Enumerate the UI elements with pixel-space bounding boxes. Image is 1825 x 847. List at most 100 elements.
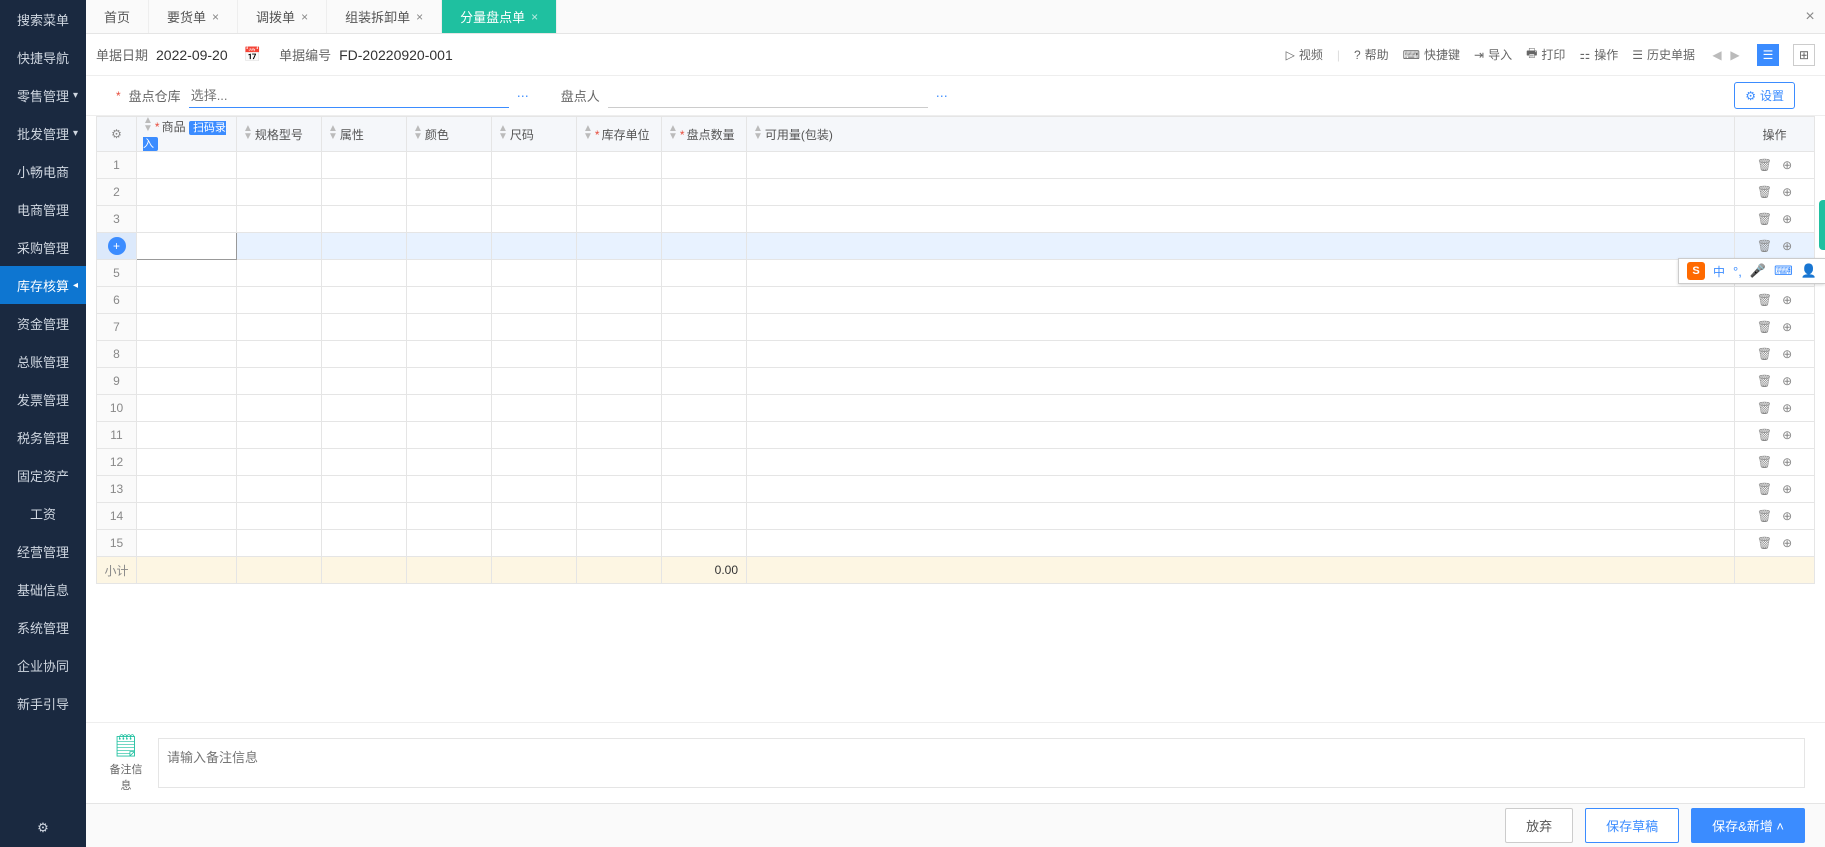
th-unit[interactable]: ▲▼*库存单位 (577, 117, 662, 152)
operate-button[interactable]: ⚏ 操作 (1579, 46, 1618, 63)
th-qty[interactable]: ▲▼*盘点数量 (662, 117, 747, 152)
copy-row-icon[interactable]: ⊕ (1782, 347, 1792, 361)
table-row[interactable]: 3🗑⊕ (97, 206, 1815, 233)
copy-row-icon[interactable]: ⊕ (1782, 536, 1792, 550)
tab-3[interactable]: 组装拆卸单× (327, 0, 442, 33)
sidebar-item-17[interactable]: 企业协同 (0, 646, 86, 684)
th-color[interactable]: ▲▼颜色 (407, 117, 492, 152)
sidebar-item-8[interactable]: 资金管理 (0, 304, 86, 342)
discard-button[interactable]: 放弃 (1505, 808, 1573, 843)
sidebar-item-12[interactable]: 固定资产 (0, 456, 86, 494)
delete-row-icon[interactable]: 🗑 (1757, 212, 1772, 226)
save-add-button[interactable]: 保存&新增 ˄ (1691, 808, 1805, 843)
sidebar-item-5[interactable]: 电商管理 (0, 190, 86, 228)
add-row-icon[interactable]: + (108, 237, 126, 255)
delete-row-icon[interactable]: 🗑 (1757, 158, 1772, 172)
warehouse-input[interactable] (189, 84, 509, 108)
table-row[interactable]: 8🗑⊕ (97, 341, 1815, 368)
delete-row-icon[interactable]: 🗑 (1757, 374, 1772, 388)
person-lookup-icon[interactable]: ⋯ (936, 89, 950, 103)
table-row[interactable]: 10🗑⊕ (97, 395, 1815, 422)
view-list[interactable]: ☰ (1757, 44, 1779, 66)
tab-close-1[interactable]: × (212, 10, 219, 24)
table-row[interactable]: 12🗑⊕ (97, 449, 1815, 476)
sidebar-item-6[interactable]: 采购管理 (0, 228, 86, 266)
sidebar-item-3[interactable]: 批发管理▾ (0, 114, 86, 152)
import-button[interactable]: ⇥ 导入 (1474, 46, 1512, 63)
copy-row-icon[interactable]: ⊕ (1782, 455, 1792, 469)
nav-next[interactable]: ▶ (1727, 47, 1743, 63)
table-row[interactable]: 14🗑⊕ (97, 503, 1815, 530)
nav-prev[interactable]: ◀ (1709, 47, 1725, 63)
calendar-icon[interactable]: 📅 (244, 46, 261, 63)
table-row[interactable]: 2🗑⊕ (97, 179, 1815, 206)
close-all-tabs[interactable]: × (1795, 0, 1825, 33)
sidebar-item-1[interactable]: 快捷导航 (0, 38, 86, 76)
tab-close-4[interactable]: × (531, 10, 538, 24)
sidebar-item-10[interactable]: 发票管理 (0, 380, 86, 418)
print-button[interactable]: 🖶 打印 (1526, 44, 1565, 65)
history-button[interactable]: ☰ 历史单据 (1632, 46, 1695, 63)
delete-row-icon[interactable]: 🗑 (1757, 482, 1772, 496)
save-draft-button[interactable]: 保存草稿 (1585, 808, 1679, 843)
date-value[interactable]: 2022-09-20 (156, 47, 228, 63)
table-row[interactable]: 13🗑⊕ (97, 476, 1815, 503)
warehouse-lookup-icon[interactable]: ⋯ (517, 89, 531, 103)
sidebar-item-7[interactable]: 库存核算◂ (0, 266, 86, 304)
sidebar-item-2[interactable]: 零售管理▾ (0, 76, 86, 114)
ime-keyboard-icon[interactable]: ⌨ (1774, 263, 1793, 279)
delete-row-icon[interactable]: 🗑 (1757, 320, 1772, 334)
tab-close-3[interactable]: × (416, 10, 423, 24)
delete-row-icon[interactable]: 🗑 (1757, 185, 1772, 199)
table-row[interactable]: +🗑⊕ (97, 233, 1815, 260)
sidebar-item-0[interactable]: 搜索菜单 (0, 0, 86, 38)
tab-1[interactable]: 要货单× (149, 0, 238, 33)
sidebar-item-11[interactable]: 税务管理 (0, 418, 86, 456)
table-row[interactable]: 9🗑⊕ (97, 368, 1815, 395)
delete-row-icon[interactable]: 🗑 (1757, 401, 1772, 415)
copy-row-icon[interactable]: ⊕ (1782, 158, 1792, 172)
sidebar-settings[interactable]: ⚙ (0, 809, 86, 847)
shortcut-button[interactable]: ⌨ 快捷键 (1403, 46, 1460, 63)
person-input[interactable] (608, 84, 928, 108)
tab-close-2[interactable]: × (301, 10, 308, 24)
copy-row-icon[interactable]: ⊕ (1782, 428, 1792, 442)
copy-row-icon[interactable]: ⊕ (1782, 509, 1792, 523)
table-row[interactable]: 7🗑⊕ (97, 314, 1815, 341)
copy-row-icon[interactable]: ⊕ (1782, 239, 1792, 253)
remarks-input[interactable] (158, 738, 1805, 788)
tab-0[interactable]: 首页 (86, 0, 149, 33)
table-row[interactable]: 5🗑⊕ (97, 260, 1815, 287)
tab-4[interactable]: 分量盘点单× (442, 0, 557, 33)
th-product[interactable]: ▲▼*商品 扫码录入 (137, 117, 237, 152)
sidebar-item-13[interactable]: 工资 (0, 494, 86, 532)
table-row[interactable]: 15🗑⊕ (97, 530, 1815, 557)
delete-row-icon[interactable]: 🗑 (1757, 455, 1772, 469)
table-row[interactable]: 11🗑⊕ (97, 422, 1815, 449)
sidebar-item-15[interactable]: 基础信息 (0, 570, 86, 608)
delete-row-icon[interactable]: 🗑 (1757, 509, 1772, 523)
right-edge-handle[interactable] (1819, 200, 1825, 250)
ime-mic-icon[interactable]: 🎤 (1750, 263, 1766, 279)
copy-row-icon[interactable]: ⊕ (1782, 401, 1792, 415)
table-row[interactable]: 6🗑⊕ (97, 287, 1815, 314)
copy-row-icon[interactable]: ⊕ (1782, 212, 1792, 226)
th-attr[interactable]: ▲▼属性 (322, 117, 407, 152)
ime-user-icon[interactable]: 👤 (1801, 263, 1817, 279)
delete-row-icon[interactable]: 🗑 (1757, 347, 1772, 361)
sidebar-item-9[interactable]: 总账管理 (0, 342, 86, 380)
help-button[interactable]: ? 帮助 (1354, 46, 1389, 63)
delete-row-icon[interactable]: 🗑 (1757, 293, 1772, 307)
view-grid[interactable]: ⊞ (1793, 44, 1815, 66)
table-row[interactable]: 1🗑⊕ (97, 152, 1815, 179)
sidebar-item-14[interactable]: 经营管理 (0, 532, 86, 570)
copy-row-icon[interactable]: ⊕ (1782, 320, 1792, 334)
th-size[interactable]: ▲▼尺码 (492, 117, 577, 152)
copy-row-icon[interactable]: ⊕ (1782, 293, 1792, 307)
table-gear-icon[interactable]: ⚙ (97, 117, 137, 152)
video-button[interactable]: ▷ 视频 (1286, 46, 1323, 63)
ime-bar[interactable]: S 中 °, 🎤 ⌨ 👤 (1678, 258, 1825, 284)
th-spec[interactable]: ▲▼规格型号 (237, 117, 322, 152)
tab-2[interactable]: 调拨单× (238, 0, 327, 33)
ime-punct-icon[interactable]: °, (1733, 264, 1742, 279)
